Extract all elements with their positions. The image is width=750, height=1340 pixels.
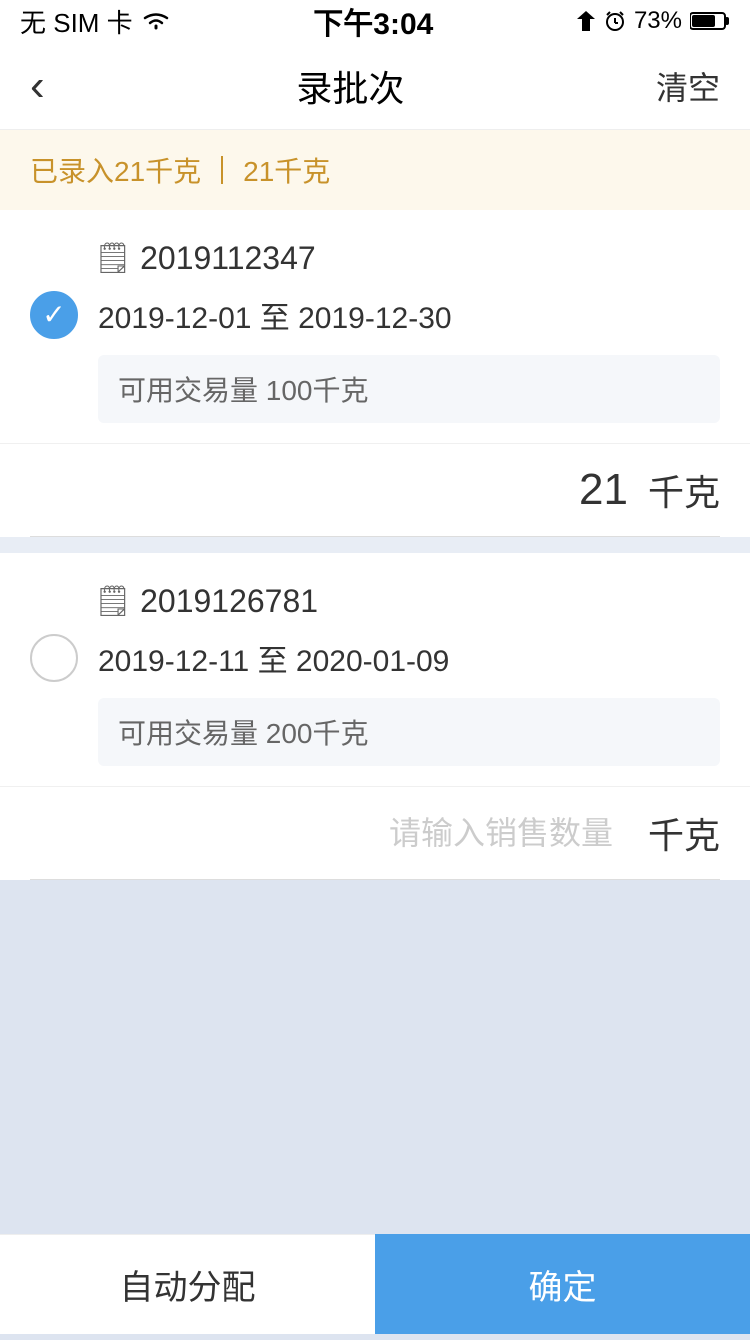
batch-2-date: 2019-12-11 至 2020-01-09 [98,636,449,680]
batch-1-quantity-row: 21 千克 [0,443,750,536]
summary-recorded-label: 已录入21千克 [30,150,201,190]
alarm-icon [604,10,626,32]
clear-button[interactable]: 清空 [656,63,720,109]
batch-1-check-icon: ✓ [42,301,65,329]
location-icon [576,10,596,32]
summary-value: 21千克 [243,150,330,190]
batch-item-1-inner: 🗒 2019112347 ✓ 2019-12-01 至 2019-12-30 可… [0,210,750,443]
batch-item-2-inner: 🗒 2019126781 2019-12-11 至 2020-01-09 可用交… [0,553,750,786]
batch-2-id-text: 2019126781 [140,583,318,620]
batch-1-radio[interactable]: ✓ [30,291,78,339]
batch-2-id-icon: 🗒 [94,584,132,619]
confirm-button[interactable]: 确定 [375,1234,750,1334]
battery-text: 73% [634,7,682,35]
wifi-icon [141,10,171,32]
batch-2-id-row: 🗒 2019126781 [94,583,720,620]
auto-distribute-button[interactable]: 自动分配 [0,1234,375,1334]
summary-divider [221,156,223,184]
status-bar: 无 SIM 卡 下午3:04 73% [0,0,750,42]
status-left: 无 SIM 卡 [20,3,171,40]
batch-1-date: 2019-12-01 至 2019-12-30 [98,293,452,337]
bottom-bar: 自动分配 确定 [0,1234,750,1334]
batch-1-id-text: 2019112347 [140,240,316,277]
status-right: 73% [576,7,730,35]
batch-1-id-icon: 🗒 [94,241,132,276]
batch-1-quantity-unit: 千克 [648,464,720,516]
no-sim-text: 无 SIM 卡 [20,3,133,40]
summary-banner: 已录入21千克 21千克 [0,130,750,210]
batch-item-2: 🗒 2019126781 2019-12-11 至 2020-01-09 可用交… [0,553,750,880]
batch-2-radio[interactable] [30,634,78,682]
batch-2-quantity-row: 千克 [0,786,750,879]
batch-1-date-row[interactable]: ✓ 2019-12-01 至 2019-12-30 [30,291,720,339]
section-separator [0,537,750,553]
batch-2-quantity-unit: 千克 [648,807,720,859]
batch-item-1: 🗒 2019112347 ✓ 2019-12-01 至 2019-12-30 可… [0,210,750,537]
batch-2-volume: 可用交易量 200千克 [98,698,720,766]
batch-1-quantity-value: 21 [579,465,628,515]
batch-1-id-row: 🗒 2019112347 [94,240,720,277]
batch-2-quantity-input[interactable] [30,815,628,852]
page-title: 录批次 [296,60,404,112]
battery-icon [690,11,730,31]
batch-1-volume: 可用交易量 100千克 [98,355,720,423]
nav-bar: ‹ 录批次 清空 [0,42,750,130]
batch-2-date-row[interactable]: 2019-12-11 至 2020-01-09 [30,634,720,682]
back-button[interactable]: ‹ [30,64,45,108]
status-time: 下午3:04 [313,0,433,43]
